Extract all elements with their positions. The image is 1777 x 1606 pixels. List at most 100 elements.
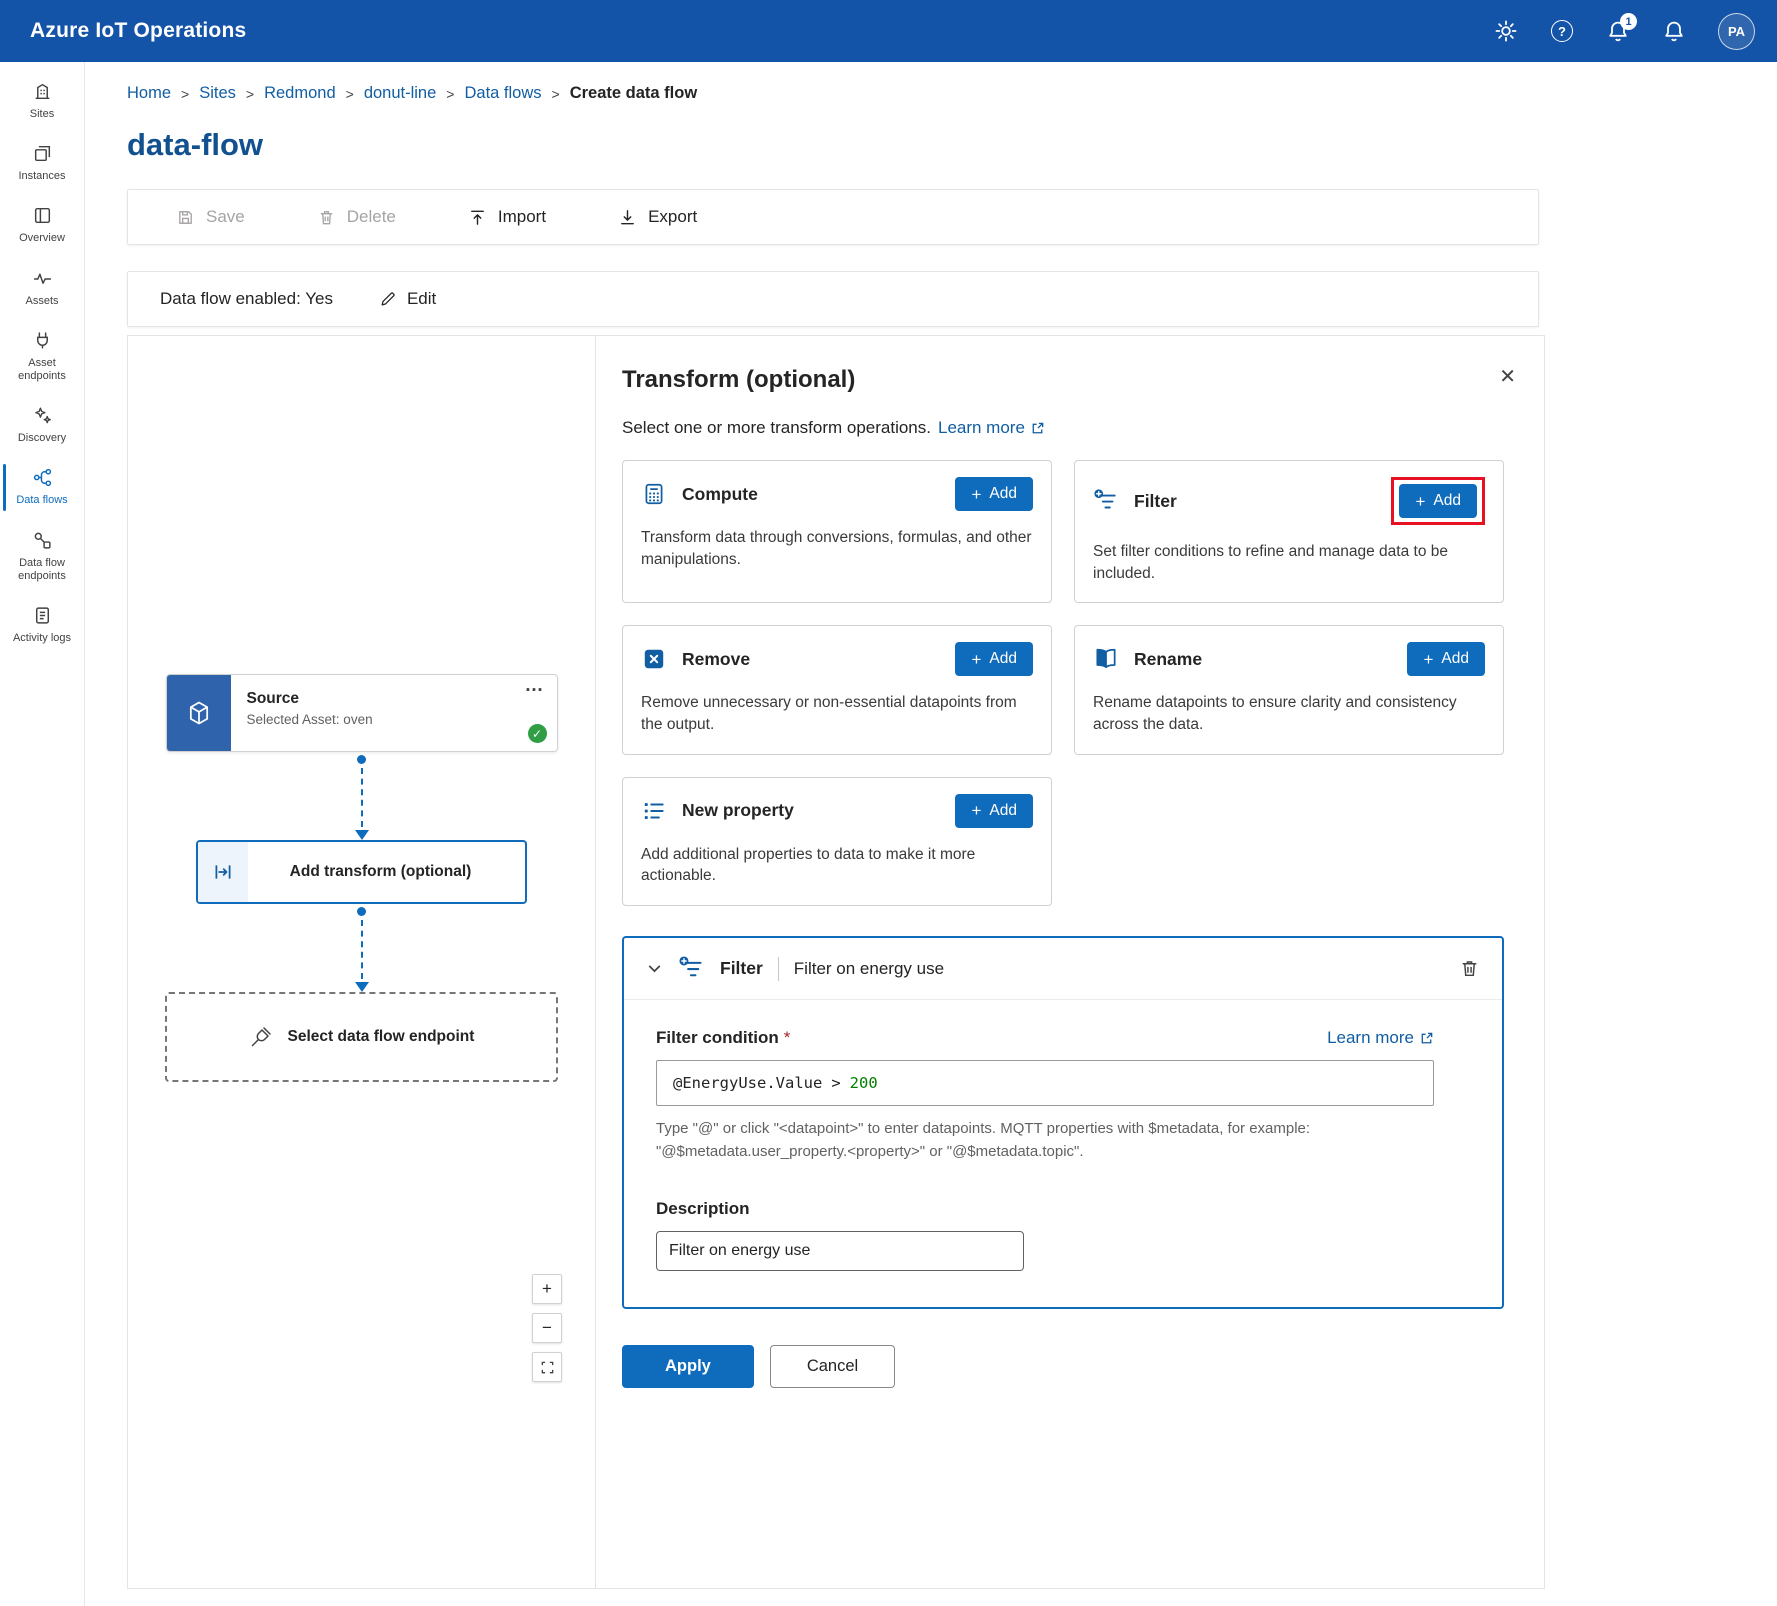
sidebar-item-label: Discovery (18, 432, 66, 445)
delete-label: Delete (347, 207, 396, 227)
rename-title: Rename (1134, 649, 1202, 670)
external-link-icon (1030, 421, 1045, 436)
vertical-divider (778, 957, 779, 981)
delete-icon (317, 208, 336, 227)
compute-add-button[interactable]: + Add (955, 477, 1033, 511)
filter-add-highlight: + Add (1391, 477, 1485, 525)
export-button[interactable]: Export (618, 207, 697, 227)
panel-subtitle-text: Select one or more transform operations. (622, 418, 931, 438)
sidebar-item-instances[interactable]: Instances (0, 132, 84, 194)
topbar-actions: ? 1 PA (1494, 13, 1755, 50)
fit-to-screen-button[interactable] (532, 1352, 562, 1382)
breadcrumb-redmond[interactable]: Redmond (264, 84, 336, 103)
rename-icon (1093, 646, 1119, 672)
page-title: data-flow (127, 127, 1777, 163)
sidebar-item-asset-endpoints[interactable]: Asset endpoints (0, 319, 84, 394)
transform-icon (198, 842, 248, 902)
new-property-add-button[interactable]: + Add (955, 794, 1033, 828)
avatar[interactable]: PA (1718, 13, 1755, 50)
sidebar-item-activity-logs[interactable]: Activity logs (0, 594, 84, 656)
breadcrumb-current: Create data flow (570, 84, 697, 103)
remove-add-button[interactable]: + Add (955, 642, 1033, 676)
edit-icon (379, 290, 397, 308)
select-endpoint-label: Select data flow endpoint (288, 1028, 475, 1046)
sidebar-item-overview[interactable]: Overview (0, 194, 84, 256)
settings-icon[interactable] (1494, 19, 1518, 43)
save-button[interactable]: Save (176, 207, 245, 227)
data-flows-icon (32, 467, 53, 488)
sidebar-item-label: Data flows (16, 494, 67, 507)
sidebar-item-label: Assets (25, 295, 58, 308)
rename-add-button[interactable]: + Add (1407, 642, 1485, 676)
breadcrumb-donut-line[interactable]: donut-line (364, 84, 436, 103)
help-icon[interactable]: ? (1550, 19, 1574, 43)
source-node[interactable]: Source Selected Asset: oven … ✓ (166, 674, 558, 752)
source-more-icon[interactable]: … (525, 675, 545, 697)
filter-condition-input[interactable]: @EnergyUse.Value > 200 (656, 1060, 1434, 1106)
flow-stack: Source Selected Asset: oven … ✓ (128, 674, 595, 1082)
delete-filter-button[interactable] (1459, 958, 1480, 979)
condition-learn-more-link[interactable]: Learn more (1327, 1028, 1434, 1048)
import-icon (468, 208, 487, 227)
source-node-subtitle: Selected Asset: oven (247, 712, 543, 727)
compute-card: Compute + Add Transform data through con… (622, 460, 1052, 603)
filter-icon (678, 955, 705, 982)
status-bar: Data flow enabled: Yes Edit (127, 271, 1539, 327)
description-input[interactable] (656, 1231, 1024, 1271)
filter-editor-subtitle: Filter on energy use (794, 959, 944, 979)
export-label: Export (648, 207, 697, 227)
filter-card: Filter + Add Set filter conditions to re… (1074, 460, 1504, 603)
sidebar-item-sites[interactable]: Sites (0, 70, 84, 132)
filter-add-button[interactable]: + Add (1399, 484, 1477, 518)
zoom-controls: + − (532, 1274, 562, 1382)
plus-icon: + (1415, 493, 1425, 510)
apply-button[interactable]: Apply (622, 1345, 754, 1388)
condition-help-text: Type "@" or click "<datapoint>" to enter… (656, 1118, 1434, 1163)
new-property-icon (641, 798, 667, 824)
breadcrumb-separator: > (181, 86, 189, 102)
compute-title: Compute (682, 484, 758, 505)
sidebar-item-discovery[interactable]: Discovery (0, 394, 84, 456)
notifications-icon[interactable]: 1 (1606, 19, 1630, 43)
filter-icon (1093, 488, 1119, 514)
plus-icon: + (1423, 651, 1433, 668)
zoom-out-button[interactable]: − (532, 1313, 562, 1343)
remove-description: Remove unnecessary or non-essential data… (641, 692, 1033, 735)
import-label: Import (498, 207, 546, 227)
zoom-in-button[interactable]: + (532, 1274, 562, 1304)
filter-editor-title: Filter (720, 958, 763, 979)
chevron-down-icon[interactable] (646, 960, 663, 977)
edit-button[interactable]: Edit (379, 289, 436, 309)
remove-icon (641, 646, 667, 672)
import-button[interactable]: Import (468, 207, 546, 227)
breadcrumb-home[interactable]: Home (127, 84, 171, 103)
transform-operations-grid: Compute + Add Transform data through con… (622, 460, 1504, 906)
sidebar-item-assets[interactable]: Assets (0, 257, 84, 319)
sidebar-item-data-flows[interactable]: Data flows (0, 456, 84, 518)
select-endpoint-node[interactable]: Select data flow endpoint (165, 992, 558, 1082)
breadcrumb-data-flows[interactable]: Data flows (464, 84, 541, 103)
panel-title: Transform (optional) (622, 366, 1504, 394)
sites-icon (32, 81, 53, 102)
add-transform-label: Add transform (optional) (248, 863, 525, 881)
external-link-icon (1419, 1031, 1434, 1046)
flow-canvas: Source Selected Asset: oven … ✓ (128, 336, 596, 1588)
sidebar-item-data-flow-endpoints[interactable]: Data flow endpoints (0, 519, 84, 594)
alerts-icon[interactable] (1662, 19, 1686, 43)
breadcrumb-separator: > (346, 86, 354, 102)
breadcrumb-sites[interactable]: Sites (199, 84, 236, 103)
close-icon[interactable]: ✕ (1499, 364, 1516, 389)
add-transform-node[interactable]: Add transform (optional) (196, 840, 527, 904)
sidebar-item-label: Overview (19, 232, 65, 245)
delete-button[interactable]: Delete (317, 207, 396, 227)
discovery-icon (32, 405, 53, 426)
main-content: Home > Sites > Redmond > donut-line > Da… (85, 62, 1777, 1606)
description-label: Description (656, 1199, 1434, 1219)
plus-icon: + (971, 486, 981, 503)
learn-more-label: Learn more (938, 418, 1025, 438)
learn-more-link[interactable]: Learn more (938, 418, 1045, 438)
source-valid-check-icon: ✓ (528, 724, 547, 743)
notification-badge: 1 (1620, 13, 1637, 30)
fit-to-screen-icon (540, 1360, 555, 1375)
cancel-button[interactable]: Cancel (770, 1345, 895, 1388)
